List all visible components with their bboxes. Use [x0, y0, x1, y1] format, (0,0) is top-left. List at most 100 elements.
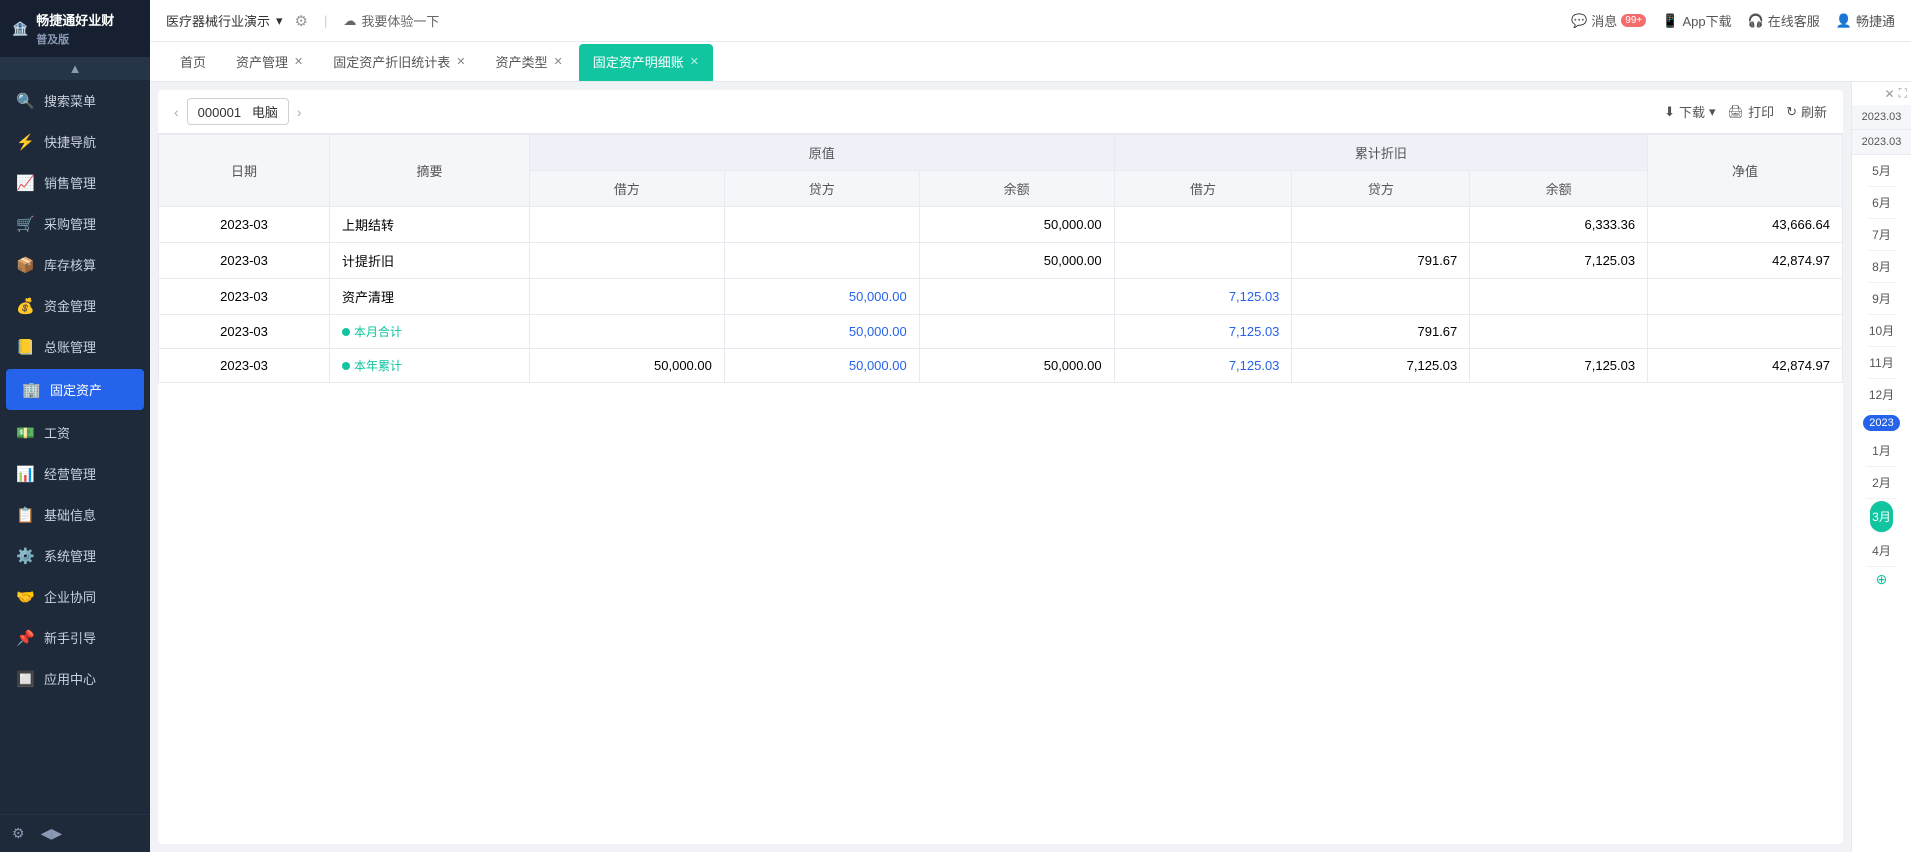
- settings-icon[interactable]: ⚙: [12, 825, 25, 842]
- tab-close-4[interactable]: ✕: [690, 55, 699, 68]
- table-row: 2023-03 资产清理 50,000.00 7,125.03: [159, 279, 1843, 315]
- sidebar-item-payroll[interactable]: 💵工资: [0, 412, 150, 453]
- close-panel-icon[interactable]: ✕: [1885, 87, 1895, 101]
- cell-dep-credit-2: [1292, 279, 1470, 315]
- cell-orig-balance-2: [919, 279, 1114, 315]
- asset-nav-right: ⬇ 下载 ▾ 🖨 打印 ↻ 刷新: [1664, 102, 1827, 121]
- collapse-icon[interactable]: ◀▶: [41, 825, 63, 842]
- rp-month-9月[interactable]: 9月: [1867, 283, 1896, 315]
- topbar: 医疗器械行业演示 ▾ ⚙ | ☁ 我要体验一下 💬 消息 99+ 📱 App下载…: [150, 0, 1911, 42]
- tab-2[interactable]: 固定资产折旧统计表✕: [319, 44, 479, 81]
- expand-panel-icon[interactable]: ⛶: [1899, 86, 1907, 101]
- sidebar-item-guide[interactable]: 📌新手引导: [0, 617, 150, 658]
- cell-orig-balance-4: 50,000.00: [919, 349, 1114, 383]
- rp-month-5月[interactable]: 5月: [1867, 155, 1896, 187]
- sidebar-item-app-center[interactable]: 🔲 应用中心: [0, 658, 150, 699]
- refresh-icon: ↻: [1786, 104, 1797, 120]
- sidebar-label-app-center: 应用中心: [44, 669, 96, 688]
- prev-asset-btn[interactable]: ‹: [174, 104, 179, 120]
- message-btn[interactable]: 💬 消息 99+: [1571, 11, 1646, 30]
- user-label: 畅捷通: [1856, 11, 1895, 30]
- cell-dep-balance-1: 7,125.03: [1470, 243, 1648, 279]
- next-asset-btn[interactable]: ›: [297, 104, 302, 120]
- company-dropdown-icon: ▾: [276, 13, 283, 29]
- tab-close-3[interactable]: ✕: [554, 55, 563, 68]
- asset-name: 电脑: [252, 105, 278, 120]
- rp-month-7月[interactable]: 7月: [1867, 219, 1896, 251]
- rp-header2: 2023.03: [1852, 130, 1911, 155]
- experience-icon: ☁: [343, 13, 356, 29]
- rp-month-6月[interactable]: 6月: [1867, 187, 1896, 219]
- sidebar-item-system[interactable]: ⚙️系统管理: [0, 535, 150, 576]
- rp-month-8月[interactable]: 8月: [1867, 251, 1896, 283]
- rp-month-10月[interactable]: 10月: [1867, 315, 1896, 347]
- rp-month-11月[interactable]: 11月: [1867, 347, 1896, 379]
- sidebar-label-ledger: 总账管理: [44, 337, 96, 356]
- col-net-value: 净值: [1648, 135, 1843, 207]
- sidebar-item-purchase[interactable]: 🛒采购管理: [0, 203, 150, 244]
- operation-icon: 📊: [16, 465, 34, 483]
- sidebar-item-search[interactable]: 🔍搜索菜单: [0, 80, 150, 121]
- sidebar-item-inventory[interactable]: 📦库存核算: [0, 244, 150, 285]
- refresh-btn[interactable]: ↻ 刷新: [1786, 102, 1827, 121]
- rp-month-12月[interactable]: 12月: [1867, 379, 1896, 411]
- cell-dep-debit-1: [1114, 243, 1292, 279]
- sidebar-label-inventory: 库存核算: [44, 255, 96, 274]
- sidebar-label-quick-nav: 快捷导航: [44, 132, 96, 151]
- cell-dep-credit-3: 791.67: [1292, 315, 1470, 349]
- download-btn[interactable]: ⬇ 下载 ▾: [1664, 102, 1715, 121]
- rp-expand-arrow[interactable]: ⊕: [1872, 567, 1892, 592]
- logo-title: 畅捷通好业财: [36, 10, 114, 29]
- sidebar-item-capital[interactable]: 💰资金管理: [0, 285, 150, 326]
- company-selector[interactable]: 医疗器械行业演示 ▾: [166, 11, 283, 30]
- rp-year-badge[interactable]: 2023: [1863, 415, 1899, 431]
- user-profile-btn[interactable]: 👤 畅捷通: [1836, 11, 1895, 30]
- cell-summary-1: 计提折旧: [330, 243, 530, 279]
- topbar-separator: |: [324, 13, 327, 28]
- cell-dep-credit-1: 791.67: [1292, 243, 1470, 279]
- col-dep-balance: 余额: [1470, 171, 1648, 207]
- sidebar-item-fixed-assets[interactable]: 🏢固定资产: [6, 369, 144, 410]
- sidebar-item-ledger[interactable]: 📒总账管理: [0, 326, 150, 367]
- message-badge: 99+: [1621, 14, 1646, 27]
- rp-month-2023-1月[interactable]: 1月: [1866, 435, 1897, 467]
- rp-month-2023-3月[interactable]: 3月: [1870, 501, 1893, 533]
- cell-summary-2: 资产清理: [330, 279, 530, 315]
- tab-close-2[interactable]: ✕: [456, 55, 465, 68]
- rp-months-2023: 1月2月3月4月: [1866, 435, 1897, 567]
- cell-date-3: 2023-03: [159, 315, 330, 349]
- col-orig-balance: 余额: [919, 171, 1114, 207]
- app-download-icon: 📱: [1662, 13, 1678, 29]
- app-center-icon: 🔲: [16, 670, 34, 688]
- tab-3[interactable]: 资产类型✕: [481, 44, 576, 81]
- sidebar-label-cooperation: 企业协同: [44, 587, 96, 606]
- sidebar-item-cooperation[interactable]: 🤝 企业协同: [0, 576, 150, 617]
- tab-0[interactable]: 首页: [166, 44, 220, 81]
- sidebar-item-basic-info[interactable]: 📋基础信息: [0, 494, 150, 535]
- sidebar-item-quick-nav[interactable]: ⚡快捷导航: [0, 121, 150, 162]
- app-download-btn[interactable]: 📱 App下载: [1662, 11, 1731, 30]
- cell-date-2: 2023-03: [159, 279, 330, 315]
- col-dep-debit: 借方: [1114, 171, 1292, 207]
- cell-dep-balance-0: 6,333.36: [1470, 207, 1648, 243]
- customer-service-btn[interactable]: 🎧 在线客服: [1748, 11, 1820, 30]
- sidebar-scroll-up[interactable]: ▲: [0, 57, 150, 80]
- print-btn[interactable]: 🖨 打印: [1728, 102, 1775, 121]
- cooperation-icon: 🤝: [16, 588, 34, 606]
- rp-month-2023-2月[interactable]: 2月: [1866, 467, 1897, 499]
- tab-4[interactable]: 固定资产明细账✕: [579, 44, 713, 81]
- tab-close-1[interactable]: ✕: [294, 55, 303, 68]
- system-icon: ⚙️: [16, 547, 34, 565]
- experience-btn[interactable]: ☁ 我要体验一下: [343, 11, 439, 30]
- sidebar-label-search: 搜索菜单: [44, 91, 96, 110]
- cell-orig-balance-0: 50,000.00: [919, 207, 1114, 243]
- guide-icon: 📌: [16, 629, 34, 647]
- settings-gear-icon[interactable]: ⚙: [295, 12, 308, 30]
- asset-code: 000001: [198, 105, 241, 120]
- rp-months-before: 5月6月7月8月9月10月11月12月: [1867, 155, 1896, 411]
- tab-1[interactable]: 资产管理✕: [222, 44, 317, 81]
- cell-date-1: 2023-03: [159, 243, 330, 279]
- sidebar-item-sales[interactable]: 📈销售管理: [0, 162, 150, 203]
- rp-month-2023-4月[interactable]: 4月: [1866, 535, 1897, 567]
- sidebar-item-operation[interactable]: 📊经营管理: [0, 453, 150, 494]
